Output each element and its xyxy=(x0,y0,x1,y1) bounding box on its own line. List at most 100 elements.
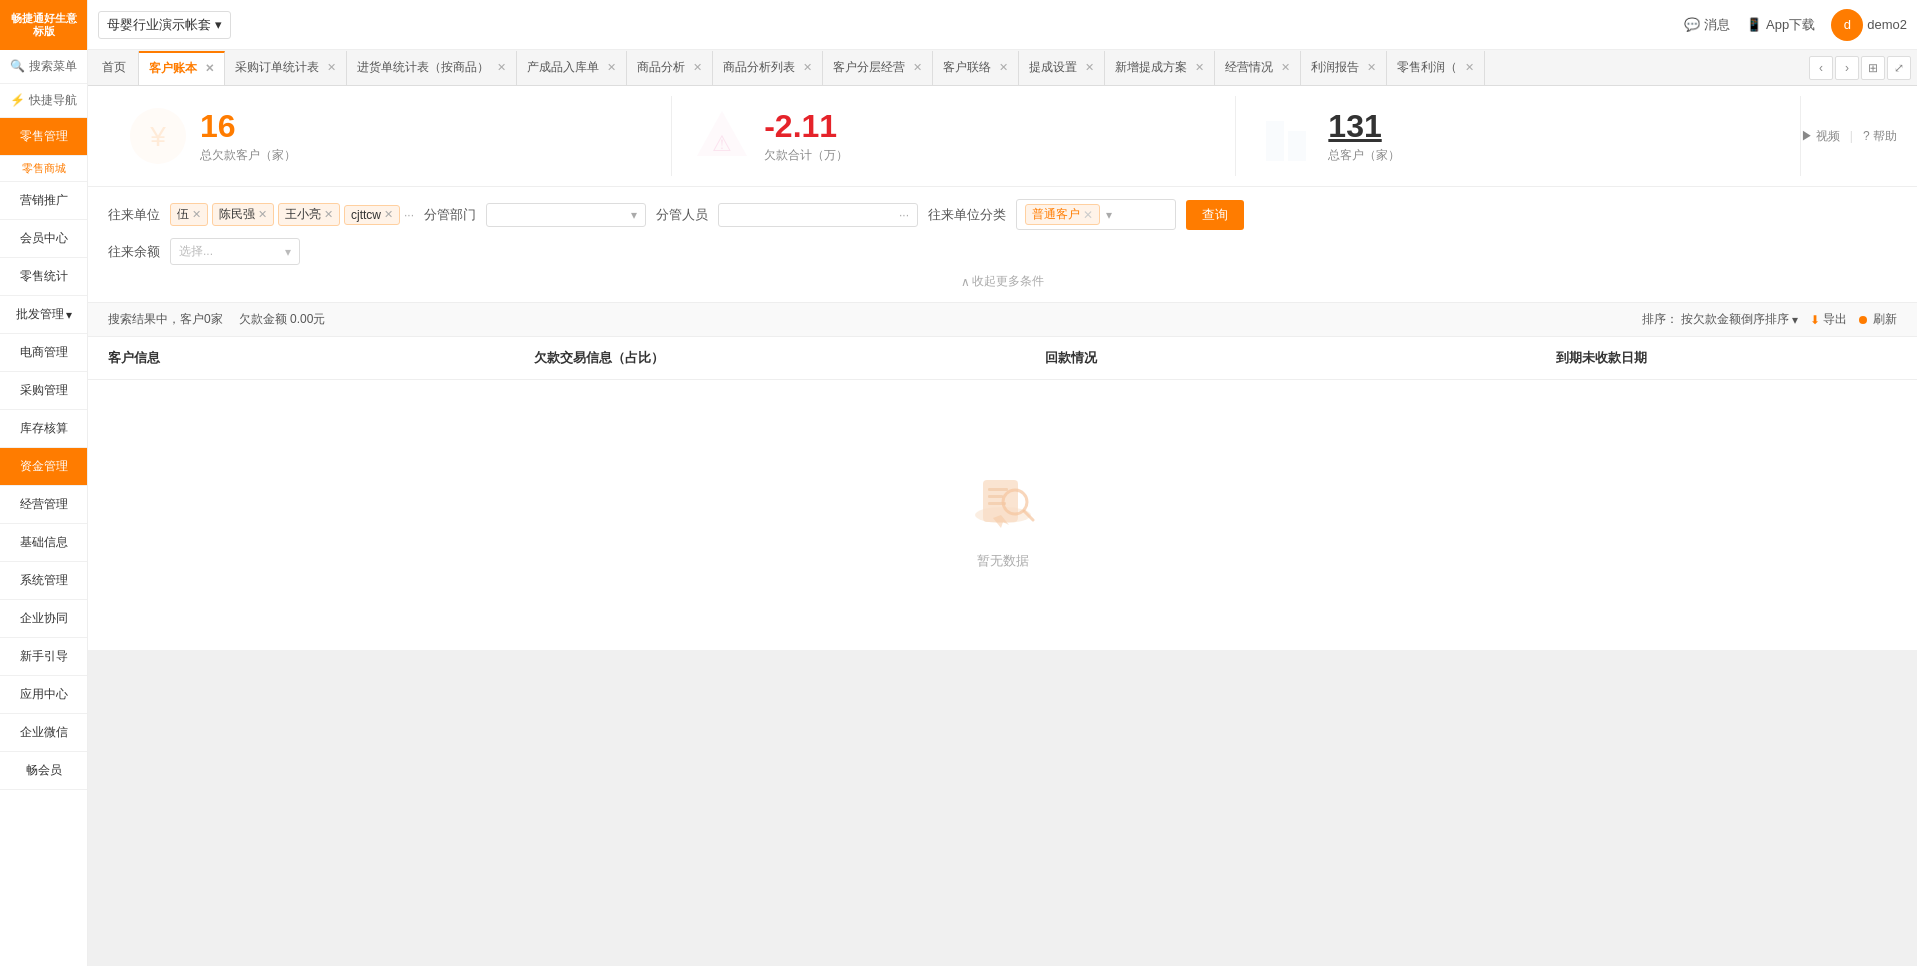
refresh-btn[interactable]: 刷新 xyxy=(1859,311,1897,328)
tab-purchase-order[interactable]: 采购订单统计表 ✕ xyxy=(225,51,347,85)
tab-customer-tier-close[interactable]: ✕ xyxy=(913,61,922,74)
unit-tag-wang-remove[interactable]: ✕ xyxy=(324,208,333,221)
debt-label: 欠款合计（万） xyxy=(764,147,848,164)
table-header: 客户信息 欠款交易信息（占比） 回款情况 到期未收款日期 xyxy=(88,337,1917,380)
tab-stock-stat[interactable]: 进货单统计表（按商品） ✕ xyxy=(347,51,517,85)
unit-tag-wu-remove[interactable]: ✕ xyxy=(192,208,201,221)
sidebar-item-capital[interactable]: 资金管理 xyxy=(0,448,87,486)
tab-stock-stat-close[interactable]: ✕ xyxy=(497,61,506,74)
sidebar-quick-nav[interactable]: ⚡ 快捷导航 xyxy=(0,84,87,118)
col-payment-header: 回款情况 xyxy=(1045,349,1556,367)
sidebar-item-marketing[interactable]: 营销推广 xyxy=(0,182,87,220)
tab-stock-stat-label: 进货单统计表（按商品） xyxy=(357,59,489,76)
tab-raise-settings-close[interactable]: ✕ xyxy=(1085,61,1094,74)
collapse-row: ∧ 收起更多条件 xyxy=(108,273,1897,290)
tab-retail-profit[interactable]: 零售利润（ ✕ xyxy=(1387,51,1485,85)
tab-prev-btn[interactable]: ‹ xyxy=(1809,56,1833,80)
coin-icon: ¥ xyxy=(128,106,188,166)
tab-product-in[interactable]: 产成品入库单 ✕ xyxy=(517,51,627,85)
sidebar-search[interactable]: 🔍 搜索菜单 xyxy=(0,50,87,84)
unit-type-label: 往来单位分类 xyxy=(928,206,1006,224)
tab-home-label: 首页 xyxy=(102,59,126,76)
tab-goods-list-close[interactable]: ✕ xyxy=(803,61,812,74)
tab-new-raise-close[interactable]: ✕ xyxy=(1195,61,1204,74)
video-help: ▶ 视频 | ? 帮助 xyxy=(1801,128,1898,145)
tab-goods-analysis-list[interactable]: 商品分析列表 ✕ xyxy=(713,51,823,85)
sidebar-item-member[interactable]: 会员中心 xyxy=(0,220,87,258)
tab-business-status-label: 经营情况 xyxy=(1225,59,1273,76)
topbar: 母婴行业演示帐套 ▾ 💬 消息 📱 App下载 d demo2 xyxy=(88,0,1917,50)
tab-profit-report-close[interactable]: ✕ xyxy=(1367,61,1376,74)
tab-home[interactable]: 首页 xyxy=(90,51,139,85)
tab-retail-profit-close[interactable]: ✕ xyxy=(1465,61,1474,74)
tab-purchase-order-label: 采购订单统计表 xyxy=(235,59,319,76)
balance-label: 往来余额 xyxy=(108,243,160,261)
tab-fullscreen-btn[interactable]: ⤢ xyxy=(1887,56,1911,80)
tab-business-status-close[interactable]: ✕ xyxy=(1281,61,1290,74)
tab-goods-analysis-close[interactable]: ✕ xyxy=(693,61,702,74)
tab-product-in-close[interactable]: ✕ xyxy=(607,61,616,74)
tab-next-btn[interactable]: › xyxy=(1835,56,1859,80)
sidebar-item-new-guide[interactable]: 新手引导 xyxy=(0,638,87,676)
account-selector[interactable]: 母婴行业演示帐套 ▾ xyxy=(98,11,231,39)
tab-business-status[interactable]: 经营情况 ✕ xyxy=(1215,51,1301,85)
sort-btn[interactable]: 排序： 按欠款金额倒序排序 ▾ xyxy=(1642,311,1798,328)
tab-customer-tier[interactable]: 客户分层经营 ✕ xyxy=(823,51,933,85)
svg-text:⚠: ⚠ xyxy=(712,131,732,156)
sidebar-item-pro-member[interactable]: 畅会员 xyxy=(0,752,87,790)
tab-goods-analysis[interactable]: 商品分析 ✕ xyxy=(627,51,713,85)
tab-customer-capital[interactable]: 客户账本 ✕ xyxy=(139,51,225,85)
sidebar-item-retail-mall[interactable]: 零售商城 xyxy=(0,156,87,182)
app-download-btn[interactable]: 📱 App下载 xyxy=(1746,16,1815,34)
person-label: 分管人员 xyxy=(656,206,708,224)
sidebar-item-app-center[interactable]: 应用中心 xyxy=(0,676,87,714)
help-btn[interactable]: ? 帮助 xyxy=(1863,128,1897,145)
person-select[interactable]: ··· xyxy=(718,203,918,227)
sidebar-item-retail-mgmt[interactable]: 零售管理 xyxy=(0,118,87,156)
tab-customer-contact[interactable]: 客户联络 ✕ xyxy=(933,51,1019,85)
tab-raise-settings[interactable]: 提成设置 ✕ xyxy=(1019,51,1105,85)
results-summary: 搜索结果中，客户0家 欠款金额 0.00元 xyxy=(108,311,325,328)
sidebar-item-retail-stats[interactable]: 零售统计 xyxy=(0,258,87,296)
sidebar-item-enterprise-collab[interactable]: 企业协同 xyxy=(0,600,87,638)
query-button[interactable]: 查询 xyxy=(1186,200,1244,230)
collapse-btn[interactable]: ∧ 收起更多条件 xyxy=(961,273,1044,290)
phone-icon: 📱 xyxy=(1746,17,1762,32)
tab-new-raise[interactable]: 新增提成方案 ✕ xyxy=(1105,51,1215,85)
sidebar-item-ecommerce[interactable]: 电商管理 xyxy=(0,334,87,372)
balance-placeholder: 选择... xyxy=(179,243,213,260)
message-btn[interactable]: 💬 消息 xyxy=(1684,16,1730,34)
stat-total2-text: 131 总客户（家） xyxy=(1328,108,1400,164)
sidebar-item-wholesale[interactable]: 批发管理 ▾ xyxy=(0,296,87,334)
user-avatar-btn[interactable]: d demo2 xyxy=(1831,9,1907,41)
tab-profit-report[interactable]: 利润报告 ✕ xyxy=(1301,51,1387,85)
sidebar-item-ops[interactable]: 经营管理 xyxy=(0,486,87,524)
svg-text:¥: ¥ xyxy=(149,121,166,152)
unit-type-tag-remove[interactable]: ✕ xyxy=(1083,208,1093,222)
svg-rect-4 xyxy=(1266,121,1284,161)
total-customers2-label: 总客户（家） xyxy=(1328,147,1400,164)
dept-select[interactable]: ▾ xyxy=(486,203,646,227)
sidebar-item-sys[interactable]: 系统管理 xyxy=(0,562,87,600)
filter-row-2: 往来余额 选择... ▾ xyxy=(108,238,1897,265)
unit-tags-more[interactable]: ··· xyxy=(404,208,414,222)
unit-tag-cjttcw-remove[interactable]: ✕ xyxy=(384,208,393,221)
unit-type-select[interactable]: 普通客户 ✕ ▾ xyxy=(1016,199,1176,230)
question-icon: ? xyxy=(1863,129,1870,143)
total-customers-label: 总欠款客户（家） xyxy=(200,147,296,164)
sidebar-item-purchase[interactable]: 采购管理 xyxy=(0,372,87,410)
tab-customer-capital-close[interactable]: ✕ xyxy=(205,62,214,75)
sidebar-item-inventory[interactable]: 库存核算 xyxy=(0,410,87,448)
balance-select[interactable]: 选择... ▾ xyxy=(170,238,300,265)
tab-expand-btn[interactable]: ⊞ xyxy=(1861,56,1885,80)
tab-purchase-order-close[interactable]: ✕ xyxy=(327,61,336,74)
avatar: d xyxy=(1831,9,1863,41)
sidebar-item-basic[interactable]: 基础信息 xyxy=(0,524,87,562)
logo-subtext: 标版 xyxy=(33,25,55,38)
export-btn[interactable]: ⬇ 导出 xyxy=(1810,311,1847,328)
unit-tag-chen-remove[interactable]: ✕ xyxy=(258,208,267,221)
results-actions: 排序： 按欠款金额倒序排序 ▾ ⬇ 导出 刷新 xyxy=(1642,311,1897,328)
video-btn[interactable]: ▶ 视频 xyxy=(1801,128,1840,145)
tab-customer-contact-close[interactable]: ✕ xyxy=(999,61,1008,74)
sidebar-item-enterprise-wx[interactable]: 企业微信 xyxy=(0,714,87,752)
